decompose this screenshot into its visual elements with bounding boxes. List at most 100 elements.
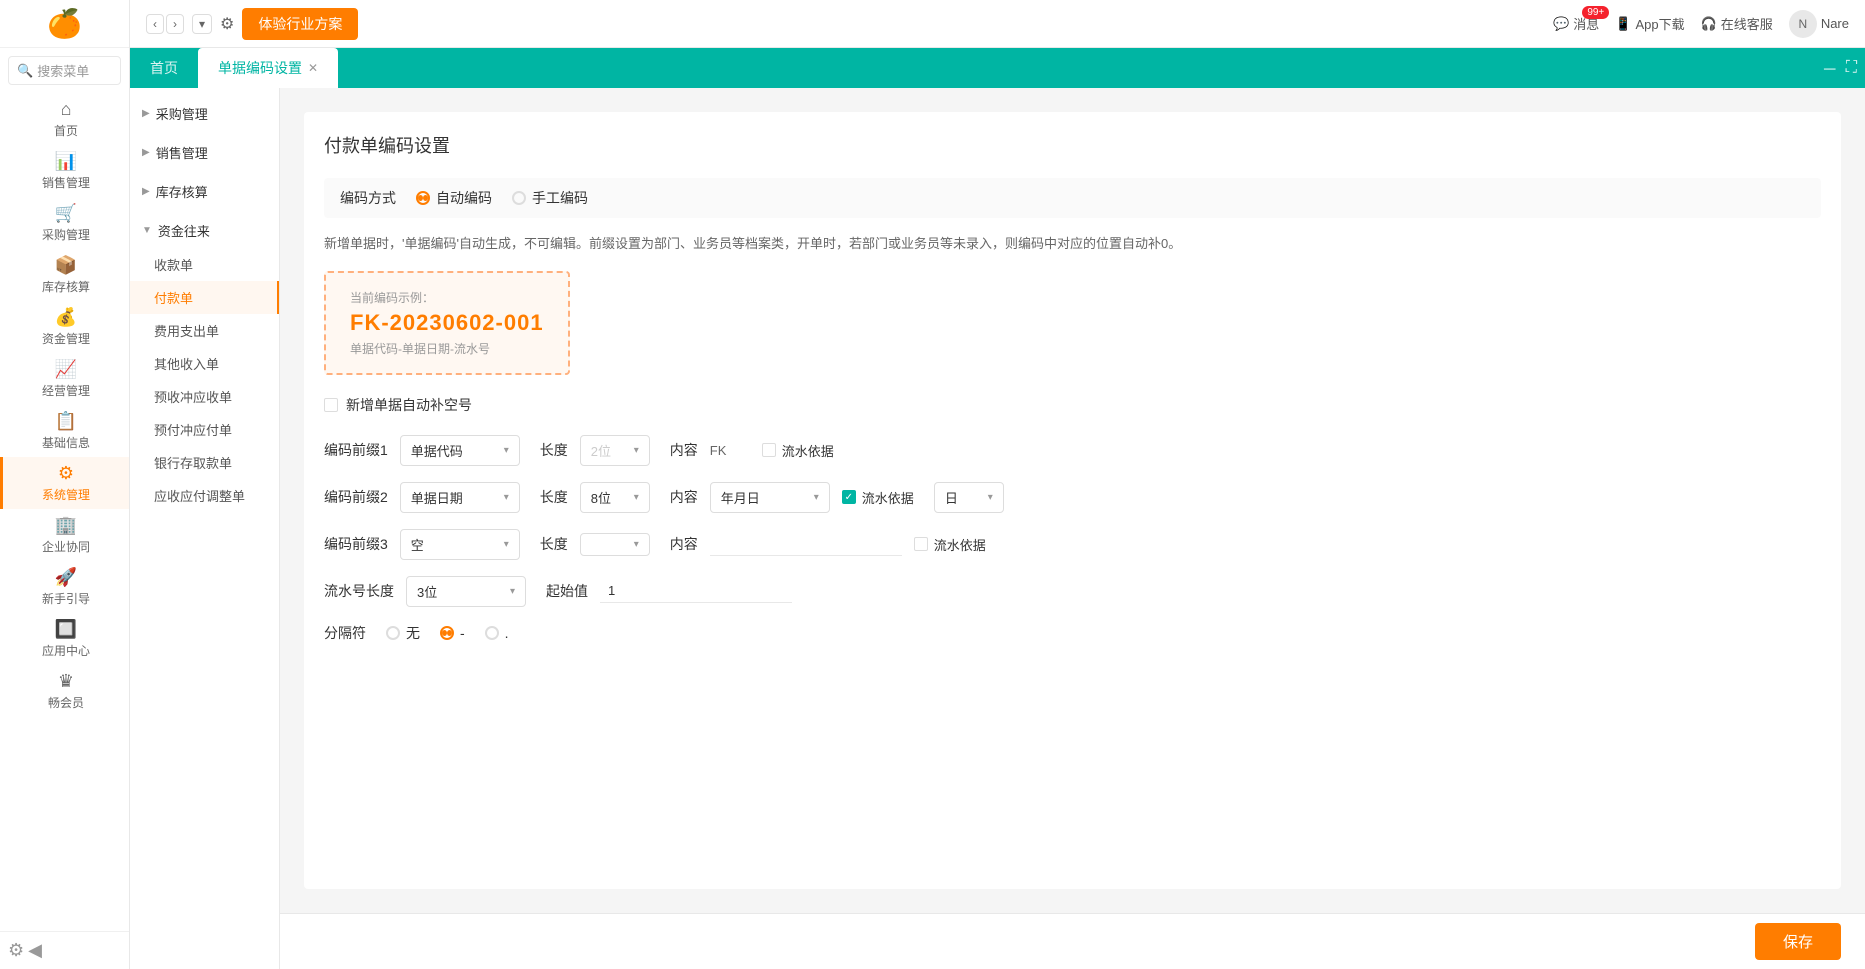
tab-expand-btn[interactable]: ⛶ bbox=[1846, 59, 1857, 77]
submenu-item-receipt[interactable]: 收款单 bbox=[130, 248, 279, 281]
prefix2-cycle-select[interactable]: 日 ▾ bbox=[934, 482, 1004, 513]
sidebar-item-operations[interactable]: 📈 经营管理 bbox=[0, 353, 129, 405]
apps-icon: 🔲 bbox=[55, 619, 77, 640]
message-badge: 99+ bbox=[1582, 6, 1609, 19]
serial-length-value: 3位 bbox=[417, 582, 437, 601]
submenu-item-prepay-receipt-label: 预收冲应收单 bbox=[154, 390, 232, 405]
user-item[interactable]: N Nare bbox=[1789, 10, 1849, 38]
separator-dash-radio[interactable] bbox=[440, 626, 454, 640]
trial-btn[interactable]: 体验行业方案 bbox=[242, 8, 358, 40]
prefix2-content-value: 年月日 bbox=[721, 488, 760, 507]
separator-dash-option[interactable]: - bbox=[440, 625, 465, 641]
nav-back-btn[interactable]: ‹ bbox=[146, 14, 164, 34]
sidebar-item-enterprise[interactable]: 🏢 企业协同 bbox=[0, 509, 129, 561]
sidebar-item-enterprise-label: 企业协同 bbox=[42, 538, 90, 555]
submenu-item-payment[interactable]: 付款单 bbox=[130, 281, 279, 314]
separator-none-option[interactable]: 无 bbox=[386, 623, 420, 643]
submenu-item-prepay-payment[interactable]: 预付冲应付单 bbox=[130, 413, 279, 446]
prefix2-cycle-value: 日 bbox=[945, 488, 958, 507]
auto-fill-checkbox[interactable] bbox=[324, 398, 338, 412]
submenu-group-purchase-title[interactable]: ▶ 采购管理 bbox=[130, 96, 279, 131]
settings-icon[interactable]: ⚙ bbox=[220, 14, 234, 34]
prefix1-arrow-icon: ▾ bbox=[504, 445, 509, 456]
system-icon: ⚙ bbox=[58, 463, 74, 484]
separator-dash-label: - bbox=[460, 625, 465, 641]
prefix1-stream-checkbox[interactable] bbox=[762, 443, 776, 457]
sidebar-item-member[interactable]: ♛ 畅会员 bbox=[0, 665, 129, 717]
submenu-item-other-income[interactable]: 其他收入单 bbox=[130, 347, 279, 380]
prefix1-select[interactable]: 单据代码 ▾ bbox=[400, 435, 520, 466]
sidebar-nav: ⌂ 首页 📊 销售管理 🛒 采购管理 📦 库存核算 💰 资金管理 📈 经营管理 … bbox=[0, 93, 129, 931]
submenu-item-bank-deposit[interactable]: 银行存取款单 bbox=[130, 446, 279, 479]
prefix2-stream-checkbox[interactable]: ✓ bbox=[842, 490, 856, 504]
separator-dot-option[interactable]: . bbox=[485, 625, 509, 641]
arrow-right-icon: ▶ bbox=[142, 108, 150, 119]
sidebar-logo-icon: 🍊 bbox=[47, 7, 82, 40]
sidebar-item-purchase-label: 采购管理 bbox=[42, 226, 90, 243]
online-service-item[interactable]: 🎧 在线客服 bbox=[1701, 14, 1773, 33]
serial-length-label: 流水号长度 bbox=[324, 581, 394, 601]
tab-home[interactable]: 首页 bbox=[130, 48, 198, 88]
submenu-item-prepay-receipt[interactable]: 预收冲应收单 bbox=[130, 380, 279, 413]
submenu-group-capital-title[interactable]: ▼ 资金往来 bbox=[130, 213, 279, 248]
sidebar-item-apps-label: 应用中心 bbox=[42, 642, 90, 659]
prefix3-length-select[interactable]: ▾ bbox=[580, 533, 650, 556]
sidebar-settings-btn[interactable]: ⚙ bbox=[8, 940, 24, 961]
sidebar-item-guide[interactable]: 🚀 新手引导 bbox=[0, 561, 129, 613]
prefix2-select[interactable]: 单据日期 ▾ bbox=[400, 482, 520, 513]
prefix3-content-input[interactable] bbox=[710, 532, 902, 556]
top-header: 🍊 畅通道好生意 插件版 ‹ › ▾ ⚙ 体验行业方案 💬 消息 99+ 📱 A… bbox=[0, 0, 1865, 48]
prefix3-select[interactable]: 空 ▾ bbox=[400, 529, 520, 560]
nav-down-btn[interactable]: ▾ bbox=[192, 14, 212, 34]
code-preview-sub: 单据代码-单据日期-流水号 bbox=[350, 340, 544, 357]
tab-minimize-btn[interactable]: － bbox=[1822, 56, 1838, 80]
sidebar-search-btn[interactable]: 🔍 搜索菜单 bbox=[8, 56, 121, 85]
start-value-label: 起始值 bbox=[546, 581, 588, 601]
enterprise-icon: 🏢 bbox=[55, 515, 77, 536]
separator-none-radio[interactable] bbox=[386, 626, 400, 640]
purchase-icon: 🛒 bbox=[55, 203, 77, 224]
auto-coding-option[interactable]: 自动编码 bbox=[416, 188, 492, 208]
prefix2-content-select[interactable]: 年月日 ▾ bbox=[710, 482, 830, 513]
submenu-item-expense[interactable]: 费用支出单 bbox=[130, 314, 279, 347]
prefix2-row: 编码前缀2 单据日期 ▾ 长度 8位 ▾ 内容 年月日 ▾ ✓ 流水依据 日 ▾ bbox=[324, 482, 1821, 513]
tab-close-icon[interactable]: ✕ bbox=[308, 61, 318, 75]
app-download-item[interactable]: 📱 App下载 bbox=[1615, 14, 1684, 33]
start-value-input[interactable] bbox=[600, 579, 792, 603]
prefix1-length-value: 2位 bbox=[591, 441, 611, 460]
submenu-group-sales-title[interactable]: ▶ 销售管理 bbox=[130, 135, 279, 170]
prefix2-length-select[interactable]: 8位 ▾ bbox=[580, 482, 650, 513]
sidebar-item-basic[interactable]: 📋 基础信息 bbox=[0, 405, 129, 457]
save-btn[interactable]: 保存 bbox=[1755, 923, 1841, 960]
sidebar-item-apps[interactable]: 🔲 应用中心 bbox=[0, 613, 129, 665]
tab-serial-setting[interactable]: 单据编码设置 ✕ bbox=[198, 48, 338, 88]
member-icon: ♛ bbox=[58, 671, 74, 692]
submenu-group-purchase: ▶ 采购管理 bbox=[130, 96, 279, 131]
prefix1-length-select[interactable]: 2位 ▾ bbox=[580, 435, 650, 466]
manual-coding-option[interactable]: 手工编码 bbox=[512, 188, 588, 208]
sidebar-item-purchase[interactable]: 🛒 采购管理 bbox=[0, 197, 129, 249]
sidebar-item-system[interactable]: ⚙ 系统管理 bbox=[0, 457, 129, 509]
serial-length-arrow-icon: ▾ bbox=[510, 586, 515, 597]
sidebar-item-inventory[interactable]: 📦 库存核算 bbox=[0, 249, 129, 301]
sidebar-item-home[interactable]: ⌂ 首页 bbox=[0, 93, 129, 145]
sidebar-item-sales[interactable]: 📊 销售管理 bbox=[0, 145, 129, 197]
bottom-bar: 保存 bbox=[280, 913, 1865, 969]
sidebar-logo: 🍊 bbox=[0, 0, 129, 48]
separator-dot-radio[interactable] bbox=[485, 626, 499, 640]
prefix2-length-arrow-icon: ▾ bbox=[634, 492, 639, 503]
submenu-group-sales: ▶ 销售管理 bbox=[130, 135, 279, 170]
sidebar-collapse-btn[interactable]: ◀ bbox=[28, 940, 42, 961]
sidebar-item-finance[interactable]: 💰 资金管理 bbox=[0, 301, 129, 353]
prefix1-value: 单据代码 bbox=[411, 441, 463, 460]
prefix3-stream-checkbox[interactable] bbox=[914, 537, 928, 551]
submenu-item-ap-adjust[interactable]: 应收应付调整单 bbox=[130, 479, 279, 512]
auto-coding-radio[interactable] bbox=[416, 191, 430, 205]
manual-coding-radio[interactable] bbox=[512, 191, 526, 205]
message-item[interactable]: 💬 消息 99+ bbox=[1553, 14, 1599, 33]
submenu-item-payment-label: 付款单 bbox=[154, 291, 193, 306]
serial-length-select[interactable]: 3位 ▾ bbox=[406, 576, 526, 607]
app-download-label: App下载 bbox=[1635, 14, 1684, 33]
nav-forward-btn[interactable]: › bbox=[166, 14, 184, 34]
submenu-group-inventory-title[interactable]: ▶ 库存核算 bbox=[130, 174, 279, 209]
